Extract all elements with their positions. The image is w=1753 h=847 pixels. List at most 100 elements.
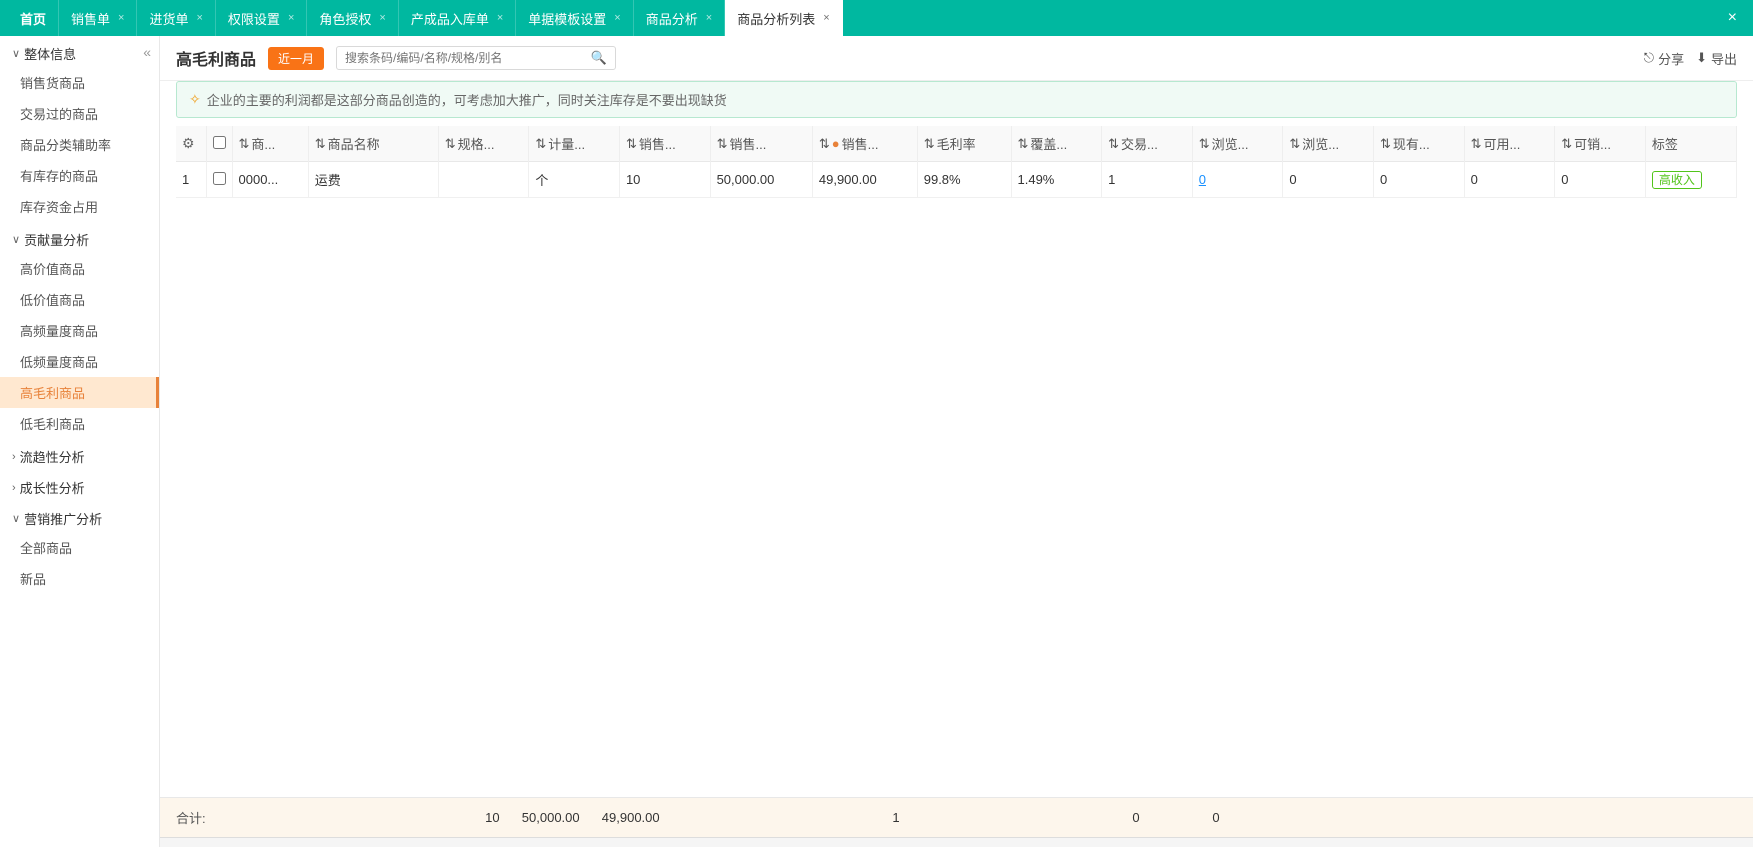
- search-icon[interactable]: 🔍: [591, 50, 607, 66]
- col-unit[interactable]: ⇅计量...: [529, 126, 620, 162]
- col-sellable[interactable]: ⇅可销...: [1555, 126, 1646, 162]
- col-name[interactable]: ⇅商品名称: [308, 126, 438, 162]
- share-icon: ⎋: [1644, 50, 1654, 66]
- sidebar-group-overall[interactable]: ∨ 整体信息: [0, 36, 159, 67]
- col-sales-cost[interactable]: ⇅●销售...: [812, 126, 917, 162]
- col-current-stock[interactable]: ⇅现有...: [1374, 126, 1465, 162]
- tag-badge-high-income: 高收入: [1652, 171, 1702, 189]
- share-button[interactable]: ⎋ 分享: [1644, 49, 1684, 68]
- nav-tab-sales[interactable]: 销售单 ×: [59, 0, 137, 36]
- sidebar-item-high-value[interactable]: 高价值商品: [0, 253, 159, 284]
- nav-tab-template[interactable]: 单据模板设置 ×: [516, 0, 633, 36]
- cell-name: 运费: [308, 162, 438, 198]
- footer-summary: 合计: 10 50,000.00 49,900.00 1 0 0: [160, 797, 1753, 837]
- col-coverage[interactable]: ⇅覆盖...: [1011, 126, 1102, 162]
- sort-icon-browse1: ⇅: [1199, 136, 1210, 152]
- close-analysis-tab[interactable]: ×: [706, 12, 712, 24]
- sidebar-item-new-goods[interactable]: 新品: [0, 563, 159, 594]
- cell-sales-cost: 49,900.00: [812, 162, 917, 198]
- footer-available: 0: [1146, 810, 1226, 825]
- sidebar-group-trend[interactable]: › 流趋性分析: [0, 439, 159, 470]
- cell-tag: 高收入: [1645, 162, 1736, 198]
- sort-icon-margin: ⇅: [924, 136, 935, 152]
- date-filter-button[interactable]: 近一月: [268, 47, 324, 70]
- sidebar-item-stock-ratio[interactable]: 库存资金占用: [0, 191, 159, 222]
- close-permission-tab[interactable]: ×: [288, 12, 294, 24]
- sort-icon-available: ⇅: [1471, 136, 1482, 152]
- settings-icon[interactable]: ⚙: [182, 135, 195, 151]
- sidebar-item-high-freq[interactable]: 高频量度商品: [0, 315, 159, 346]
- cell-browse1[interactable]: 0: [1192, 162, 1283, 198]
- col-trade-cnt[interactable]: ⇅交易...: [1102, 126, 1193, 162]
- nav-tab-role[interactable]: 角色授权 ×: [307, 0, 398, 36]
- cell-checkbox[interactable]: [206, 162, 232, 198]
- info-bar: ✧ 企业的主要的利润都是这部分商品创造的，可考虑加大推广，同时关注库存是不要出现…: [176, 81, 1737, 118]
- sort-icon-coverage: ⇅: [1018, 136, 1029, 152]
- sidebar-group-marketing[interactable]: ∨ 营销推广分析: [0, 501, 159, 532]
- col-available[interactable]: ⇅可用...: [1464, 126, 1555, 162]
- info-message: 企业的主要的利润都是这部分商品创造的，可考虑加大推广，同时关注库存是不要出现缺货: [207, 90, 727, 109]
- nav-tab-production[interactable]: 产成品入库单 ×: [399, 0, 516, 36]
- group-arrow-overall: ∨: [12, 47, 20, 60]
- close-template-tab[interactable]: ×: [614, 12, 620, 24]
- group-arrow-profit: ∨: [12, 233, 20, 246]
- col-margin-rate[interactable]: ⇅毛利率: [917, 126, 1011, 162]
- sidebar-group-profit-analysis[interactable]: ∨ 贡献量分析: [0, 222, 159, 253]
- cell-trade-cnt: 1: [1102, 162, 1193, 198]
- cell-unit: 个: [529, 162, 620, 198]
- sidebar-item-sales-goods[interactable]: 销售货商品: [0, 67, 159, 98]
- col-no[interactable]: ⇅商...: [232, 126, 308, 162]
- cell-browse2: 0: [1283, 162, 1374, 198]
- nav-tab-analysis[interactable]: 商品分析 ×: [634, 0, 725, 36]
- nav-tab-permission[interactable]: 权限设置 ×: [216, 0, 307, 36]
- cell-sellable: 0: [1555, 162, 1646, 198]
- search-input[interactable]: [345, 51, 585, 65]
- close-production-tab[interactable]: ×: [497, 12, 503, 24]
- header-actions: ⎋ 分享 ⬇ 导出: [1644, 49, 1737, 68]
- col-sales-qty[interactable]: ⇅销售...: [619, 126, 710, 162]
- sidebar-item-high-margin[interactable]: 高毛利商品: [0, 377, 159, 408]
- col-settings[interactable]: ⚙: [176, 126, 206, 162]
- sidebar-item-analysis-help[interactable]: 商品分类辅助率: [0, 129, 159, 160]
- row-checkbox[interactable]: [213, 172, 226, 185]
- sidebar-item-low-margin[interactable]: 低毛利商品: [0, 408, 159, 439]
- cell-current-stock: 0: [1374, 162, 1465, 198]
- close-purchase-tab[interactable]: ×: [196, 12, 202, 24]
- nav-tab-home[interactable]: 首页: [8, 0, 59, 36]
- footer-sales-qty: 10: [426, 810, 506, 825]
- col-browse1[interactable]: ⇅浏览...: [1192, 126, 1283, 162]
- footer-sales-amount: 50,000.00: [506, 810, 586, 825]
- sidebar-item-traded-goods[interactable]: 交易过的商品: [0, 98, 159, 129]
- sidebar-collapse-button[interactable]: «: [143, 44, 151, 60]
- sort-icon-sales-qty: ⇅: [626, 136, 637, 152]
- footer-label: 合计:: [176, 808, 206, 827]
- search-box: 🔍: [336, 46, 616, 70]
- sort-icon-no: ⇅: [239, 136, 250, 152]
- sort-icon-sales-cost: ⇅: [819, 136, 830, 152]
- sort-icon-sellable: ⇅: [1561, 136, 1572, 152]
- close-role-tab[interactable]: ×: [379, 12, 385, 24]
- col-browse2[interactable]: ⇅浏览...: [1283, 126, 1374, 162]
- nav-tab-purchase[interactable]: 进货单 ×: [137, 0, 215, 36]
- cell-sales-qty: 10: [619, 162, 710, 198]
- footer-cells: 10 50,000.00 49,900.00 1 0 0: [226, 810, 1226, 825]
- close-analysis-list-tab[interactable]: ×: [823, 12, 829, 24]
- window-close-button[interactable]: ×: [1720, 9, 1745, 27]
- nav-tab-analysis-list[interactable]: 商品分析列表 ×: [725, 0, 842, 36]
- sidebar-group-growth[interactable]: › 成长性分析: [0, 470, 159, 501]
- content-header: 高毛利商品 近一月 🔍 ⎋ 分享 ⬇ 导出: [160, 36, 1753, 81]
- sidebar-item-all-goods[interactable]: 全部商品: [0, 532, 159, 563]
- col-tag: 标签: [1645, 126, 1736, 162]
- select-all-checkbox[interactable]: [213, 136, 226, 149]
- close-sales-tab[interactable]: ×: [118, 12, 124, 24]
- col-sales-amount[interactable]: ⇅销售...: [710, 126, 812, 162]
- bottom-scrollbar[interactable]: [160, 837, 1753, 847]
- sidebar: « ∨ 整体信息 销售货商品 交易过的商品 商品分类辅助率 有库存的商品 库存资…: [0, 36, 160, 847]
- sidebar-item-stock-goods[interactable]: 有库存的商品: [0, 160, 159, 191]
- sort-icon-browse2: ⇅: [1289, 136, 1300, 152]
- sidebar-item-low-freq[interactable]: 低频量度商品: [0, 346, 159, 377]
- export-button[interactable]: ⬇ 导出: [1696, 49, 1737, 68]
- sidebar-item-low-value[interactable]: 低价值商品: [0, 284, 159, 315]
- footer-current-stock: 0: [1066, 810, 1146, 825]
- col-spec[interactable]: ⇅规格...: [438, 126, 529, 162]
